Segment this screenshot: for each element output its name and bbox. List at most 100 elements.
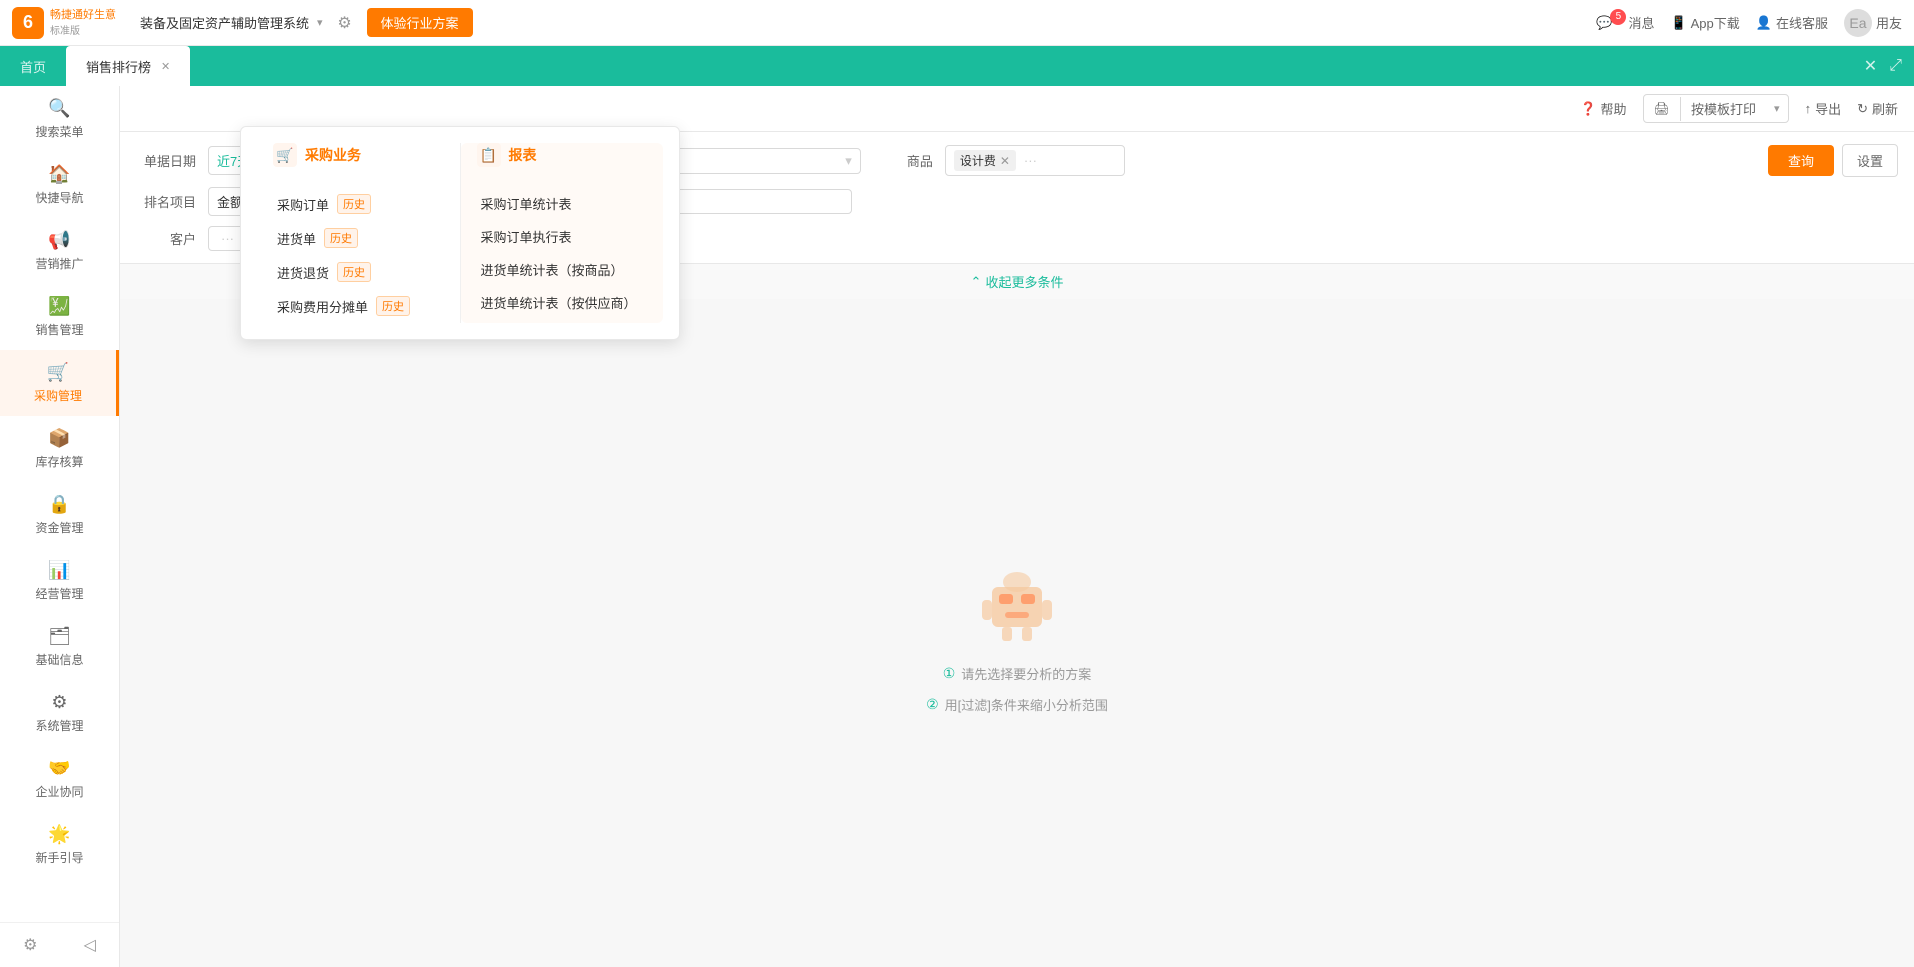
app-download-label: App下载 [1691,13,1740,32]
report-menu-col: 📋 报表 采购订单统计表 采购订单执行表 进货单统计表（按商品） 进货单统计表（… [461,143,664,323]
print-btn-group: 🖨 按模板打印 ▾ [1643,94,1789,123]
goods-tag: 设计费 ✕ [954,150,1016,171]
operation-icon: 📊 [48,560,70,581]
empty-hint-2-text: 用[过滤]条件来缩小分析范围 [945,695,1108,714]
message-label: 消息 [1628,13,1654,32]
print-label[interactable]: 按模板打印 [1681,95,1766,122]
online-service-label: 在线客服 [1776,13,1828,32]
sidebar-item-system[interactable]: ⚙ 系统管理 [0,680,119,746]
purchase-expense-item[interactable]: 采购费用分摊单 历史 [273,289,444,323]
purchase-order-badge: 历史 [337,194,371,214]
user-menu[interactable]: Ea 用友 [1844,9,1902,37]
help-button[interactable]: ❓ 帮助 [1580,99,1626,118]
purchase-order-item[interactable]: 采购订单 历史 [273,187,444,221]
ea-label: Ea [1849,15,1866,31]
sidebar-operation-label: 经营管理 [35,585,83,602]
goods-tag-remove-icon[interactable]: ✕ [1000,154,1010,168]
sidebar-item-guide[interactable]: 🌟 新手引导 [0,812,119,878]
tab-sales-ranking[interactable]: 销售排行榜 ✕ [66,46,190,86]
export-label: 导出 [1815,99,1841,118]
sidebar-item-finance[interactable]: 🔒 资金管理 [0,482,119,548]
message-badge: 5 [1610,9,1626,25]
purchase-return-label: 进货退货 [277,263,329,282]
goods-input[interactable]: 设计费 ✕ ··· [945,145,1125,176]
sidebar-finance-label: 资金管理 [35,519,83,536]
sales-icon: 💹 [48,296,70,317]
sidebar-item-purchase[interactable]: 🛒 采购管理 [0,350,119,416]
customer-more-icon[interactable]: ··· [221,231,234,246]
empty-state: ① 请先选择要分析的方案 ② 用[过滤]条件来缩小分析范围 [120,299,1914,967]
phone-icon: 📱 [1670,15,1686,31]
purchase-inbound-item[interactable]: 进货单 历史 [273,221,444,255]
empty-hint-1: ① 请先选择要分析的方案 [943,664,1092,683]
message-button[interactable]: 💬 5 消息 [1596,13,1654,32]
goods-tag-value: 设计费 [960,152,996,169]
print-dropdown-arrow[interactable]: ▾ [1766,98,1788,119]
sidebar-settings-button[interactable]: ⚙ [23,935,37,955]
filter-actions: 查询 设置 [1768,144,1898,177]
report-inbound-goods-label: 进货单统计表（按商品） [481,260,624,279]
inventory-icon: 📦 [48,428,70,449]
tab-close-all-icon[interactable]: ✕ [1864,56,1877,76]
export-icon: ↑ [1805,101,1812,116]
refresh-button[interactable]: ↻ 刷新 [1857,99,1898,118]
app-download-button[interactable]: 📱 App下载 [1670,13,1739,32]
report-inbound-supplier-item[interactable]: 进货单统计表（按供应商） [477,286,648,319]
purchase-return-item[interactable]: 进货退货 历史 [273,255,444,289]
empty-hint-2: ② 用[过滤]条件来缩小分析范围 [926,695,1108,714]
sidebar-item-marketing[interactable]: 📢 营销推广 [0,218,119,284]
basic-icon: 🗂 [48,626,71,647]
query-button[interactable]: 查询 [1768,145,1834,176]
purchase-inbound-badge: 历史 [324,228,358,248]
tab-bar: 首页 销售排行榜 ✕ ✕ ⤢ [0,46,1914,86]
logo-sub: 标准版 [50,22,116,37]
sidebar-system-label: 系统管理 [35,717,83,734]
tab-close-icon[interactable]: ✕ [161,60,170,73]
sidebar-item-quick[interactable]: 🏠 快捷导航 [0,152,119,218]
report-col-icon: 📋 [477,143,501,167]
setting-button[interactable]: 设置 [1842,144,1898,177]
collapse-up-icon: ⌃ [971,274,982,290]
report-order-stat-item[interactable]: 采购订单统计表 [477,187,648,220]
customer-label: 客户 [136,229,196,248]
sidebar-purchase-label: 采购管理 [34,387,82,404]
sidebar-item-inventory[interactable]: 📦 库存核算 [0,416,119,482]
purchase-col-title: 采购业务 [305,145,361,165]
print-button[interactable]: 🖨 按模板打印 ▾ [1643,94,1789,123]
report-inbound-goods-item[interactable]: 进货单统计表（按商品） [477,253,648,286]
purchase-order-label: 采购订单 [277,195,329,214]
sidebar-search-label: 搜索菜单 [35,123,83,140]
report-order-exec-label: 采购订单执行表 [481,227,572,246]
search-icon: 🔍 [48,98,70,119]
sidebar-item-cooperation[interactable]: 🤝 企业协同 [0,746,119,812]
sidebar-collapse-button[interactable]: ◁ [84,935,96,955]
export-button[interactable]: ↑ 导出 [1805,99,1842,118]
refresh-label: 刷新 [1872,99,1898,118]
date-label: 单据日期 [136,151,196,170]
top-bar: 6 畅捷通好生意 标准版 装备及固定资产辅助管理系统 ▾ ⚙ 体验行业方案 💬 … [0,0,1914,46]
report-order-exec-item[interactable]: 采购订单执行表 [477,220,648,253]
sidebar-item-basic[interactable]: 🗂 基础信息 [0,614,119,680]
purchase-icon: 🛒 [47,362,69,383]
print-icon: 🖨 [1644,97,1682,121]
sidebar-guide-label: 新手引导 [35,849,83,866]
sidebar-sales-label: 销售管理 [35,321,83,338]
tab-maximize-icon[interactable]: ⤢ [1889,57,1902,75]
purchase-expense-label: 采购费用分摊单 [277,297,368,316]
goods-more-icon[interactable]: ··· [1024,153,1037,168]
sidebar-item-search[interactable]: 🔍 搜索菜单 [0,86,119,152]
purchase-expense-badge: 历史 [376,296,410,316]
sidebar-item-operation[interactable]: 📊 经营管理 [0,548,119,614]
sidebar-marketing-label: 营销推广 [35,255,83,272]
dropdown-arrow-icon[interactable]: ▾ [317,16,323,29]
logo-icon: 6 [12,7,44,39]
main-layout: 🔍 搜索菜单 🏠 快捷导航 📢 营销推广 💹 销售管理 🛒 采购管理 📦 库存核… [0,86,1914,967]
settings-icon[interactable]: ⚙ [331,9,359,37]
empty-svg [967,552,1067,652]
trial-button[interactable]: 体验行业方案 [367,8,473,37]
online-service-button[interactable]: 👤 在线客服 [1756,13,1828,32]
system-title: 装备及固定资产辅助管理系统 [140,13,309,32]
tab-home[interactable]: 首页 [0,46,66,86]
sidebar-item-sales[interactable]: 💹 销售管理 [0,284,119,350]
purchase-col-icon: 🛒 [273,143,297,167]
